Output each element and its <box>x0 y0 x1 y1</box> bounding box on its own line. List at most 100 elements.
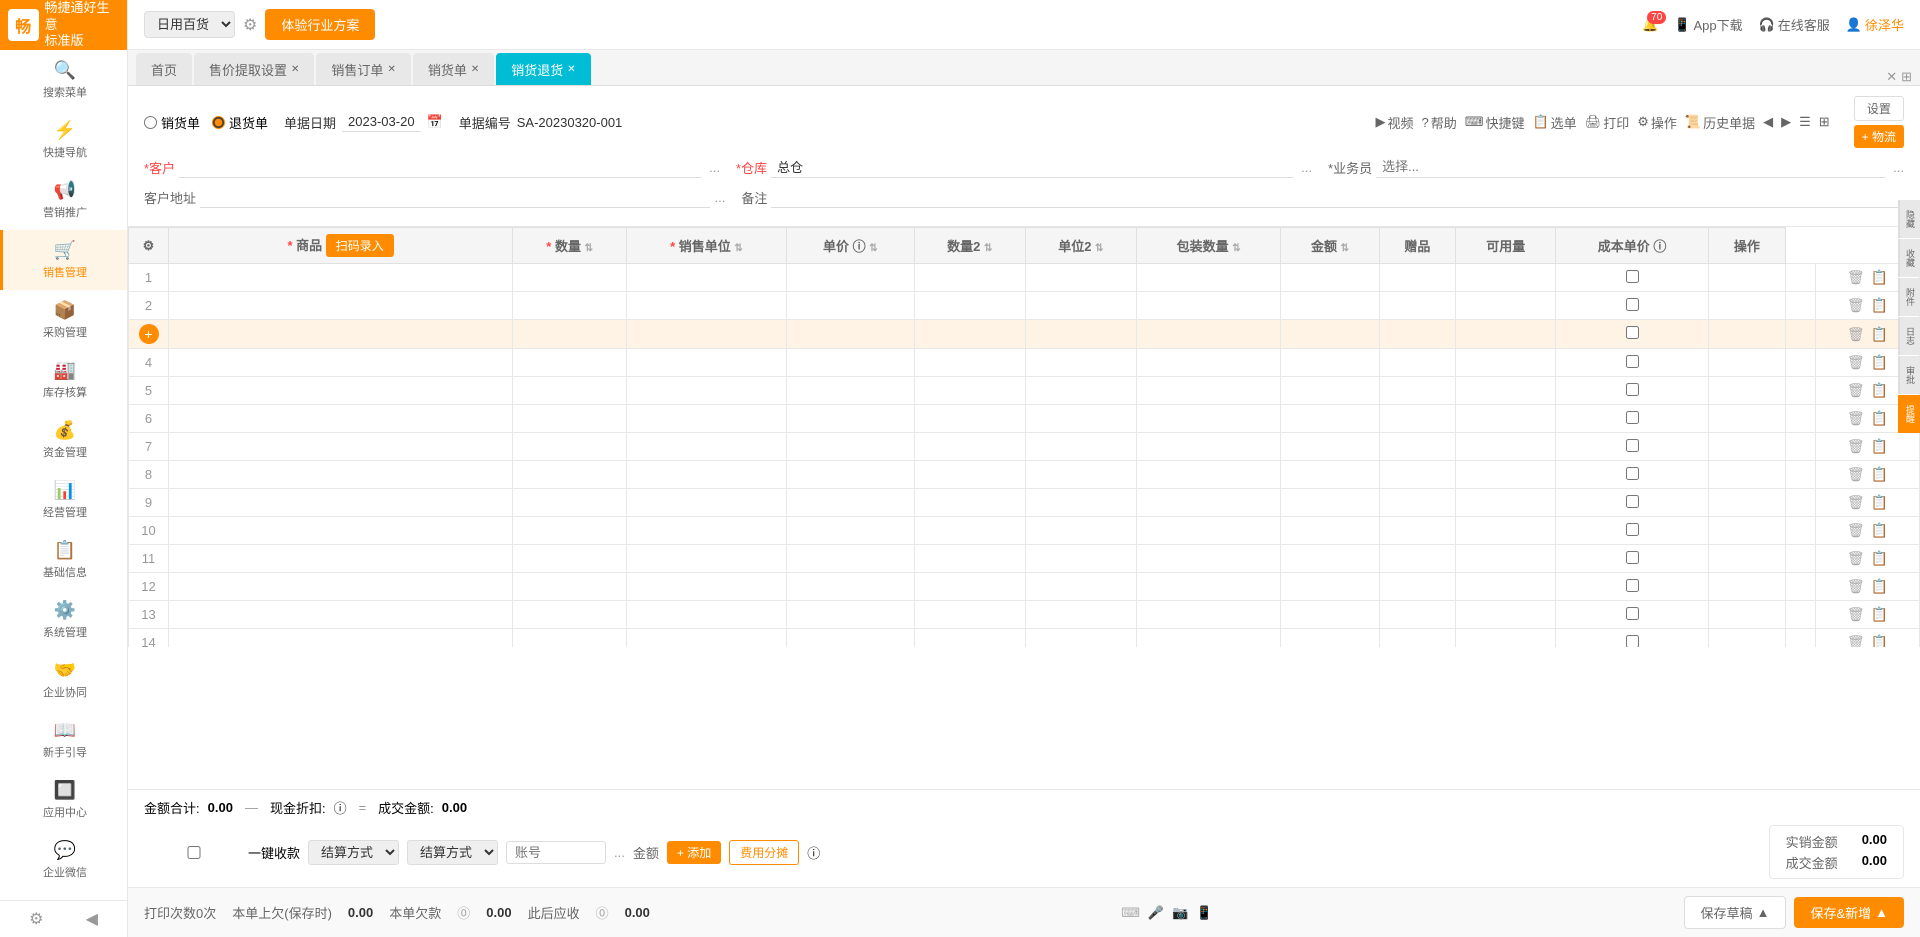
delete-icon[interactable]: 🗑 <box>1847 466 1865 483</box>
copy-icon[interactable]: 📋 <box>1871 382 1888 399</box>
tab-home[interactable]: 首页 <box>136 53 192 85</box>
qty2-sort-icon[interactable]: ⇅ <box>984 243 992 254</box>
product-cell[interactable] <box>169 461 513 489</box>
product-cell[interactable] <box>169 349 513 377</box>
gift-cell[interactable] <box>1556 601 1709 629</box>
product-cell[interactable] <box>169 573 513 601</box>
address-input[interactable] <box>200 186 710 208</box>
warehouse-input[interactable] <box>771 156 1293 178</box>
sidebar-item-system[interactable]: ⚙️ 系统管理 <box>0 590 127 650</box>
copy-icon[interactable]: 📋 <box>1871 410 1888 427</box>
sidebar-item-member[interactable]: 👑 畅会员 <box>0 890 127 900</box>
delete-icon[interactable]: 🗑 <box>1847 606 1865 623</box>
sidebar-item-wechat[interactable]: 💬 企业微信 <box>0 830 127 890</box>
floating-btn-favorite[interactable]: 收藏 <box>1898 239 1920 277</box>
price-sort-icon[interactable]: ⇅ <box>869 243 877 254</box>
sidebar-item-finance[interactable]: 💰 资金管理 <box>0 410 127 470</box>
gift-cell[interactable] <box>1556 461 1709 489</box>
gift-cell[interactable] <box>1556 517 1709 545</box>
product-cell[interactable] <box>169 292 513 320</box>
pack-sort-icon[interactable]: ⇅ <box>1232 243 1240 254</box>
floating-btn-approve[interactable]: 审批 <box>1898 356 1920 394</box>
account-number-input[interactable] <box>506 841 606 864</box>
delete-icon[interactable]: 🗑 <box>1847 326 1865 343</box>
delete-icon[interactable]: 🗑 <box>1847 494 1865 511</box>
product-cell[interactable] <box>169 264 513 292</box>
delete-icon[interactable]: 🗑 <box>1847 550 1865 567</box>
sidebar-item-apps[interactable]: 🔲 应用中心 <box>0 770 127 830</box>
select-btn[interactable]: 📋 选单 <box>1532 113 1576 132</box>
remark-input[interactable] <box>771 186 1904 208</box>
view-grid-btn[interactable]: ⊞ <box>1819 114 1830 130</box>
gift-cell[interactable] <box>1556 545 1709 573</box>
user-profile[interactable]: 👤 徐泽华 <box>1846 15 1904 34</box>
product-cell[interactable] <box>169 517 513 545</box>
tab-sales-return[interactable]: 销货退货 ✕ <box>496 53 590 85</box>
product-cell[interactable] <box>169 320 513 349</box>
tab-price-setting[interactable]: 售价提取设置 ✕ <box>194 53 314 85</box>
quantity-sort-icon[interactable]: ⇅ <box>585 243 593 254</box>
tab-sales-order[interactable]: 销售订单 ✕ <box>316 53 410 85</box>
help-btn[interactable]: ? 帮助 <box>1421 113 1456 132</box>
app-download-link[interactable]: 📱 App下载 <box>1674 15 1742 34</box>
one-click-checkbox[interactable] <box>144 846 244 859</box>
voice-icon[interactable]: 🎤 <box>1148 905 1164 921</box>
copy-icon[interactable]: 📋 <box>1871 438 1888 455</box>
experience-btn[interactable]: 体验行业方案 <box>265 9 375 40</box>
save-dropdown-arrow[interactable]: ▲ <box>1875 905 1888 920</box>
copy-icon[interactable]: 📋 <box>1871 494 1888 511</box>
sidebar-item-guide[interactable]: 📖 新手引导 <box>0 710 127 770</box>
sidebar-item-shortcut[interactable]: ⚡ 快捷导航 <box>0 110 127 170</box>
radio-sales-delivery[interactable]: 销货单 <box>144 113 200 132</box>
address-dots[interactable]: ... <box>714 190 725 205</box>
account-dots[interactable]: ... <box>614 845 625 860</box>
gift-cell[interactable] <box>1556 629 1709 648</box>
sidebar-item-basic[interactable]: 📋 基础信息 <box>0 530 127 590</box>
gift-cell[interactable] <box>1556 377 1709 405</box>
product-cell[interactable] <box>169 545 513 573</box>
delete-icon[interactable]: 🗑 <box>1847 634 1865 647</box>
unit2-sort-icon[interactable]: ⇅ <box>1095 243 1103 254</box>
sidebar-settings-btn[interactable]: ⚙ <box>29 909 43 929</box>
floating-btn-hide[interactable]: 隐藏 <box>1898 200 1920 238</box>
one-click-payment[interactable]: 一键收款 <box>144 843 300 862</box>
delete-icon[interactable]: 🗑 <box>1847 382 1865 399</box>
product-cell[interactable] <box>169 601 513 629</box>
print-btn[interactable]: 🖨 打印 <box>1585 113 1630 132</box>
delete-icon[interactable]: 🗑 <box>1847 354 1865 371</box>
fee-btn[interactable]: 费用分摊 <box>729 840 799 865</box>
table-settings-icon[interactable]: ⚙ <box>143 238 155 253</box>
gift-cell[interactable] <box>1556 320 1709 349</box>
doc-date-value[interactable]: 2023-03-20 <box>342 112 421 132</box>
product-cell[interactable] <box>169 405 513 433</box>
delete-icon[interactable]: 🗑 <box>1847 522 1865 539</box>
floating-btn-attachment[interactable]: 附件 <box>1898 278 1920 316</box>
copy-icon[interactable]: 📋 <box>1871 550 1888 567</box>
sidebar-item-cooperation[interactable]: 🤝 企业协同 <box>0 650 127 710</box>
add-payment-btn[interactable]: + 添加 <box>667 841 721 864</box>
copy-icon[interactable]: 📋 <box>1871 634 1888 647</box>
unit-sort-icon[interactable]: ⇅ <box>734 243 742 254</box>
gift-cell[interactable] <box>1556 573 1709 601</box>
sidebar-item-inventory[interactable]: 🏭 库存核算 <box>0 350 127 410</box>
history-btn[interactable]: 📜 历史单据 <box>1685 113 1755 132</box>
online-service-link[interactable]: 🎧 在线客服 <box>1759 15 1830 34</box>
salesperson-input[interactable] <box>1376 156 1885 178</box>
delete-icon[interactable]: 🗑 <box>1847 410 1865 427</box>
camera-icon[interactable]: 📷 <box>1172 905 1188 921</box>
operation-btn[interactable]: ⚙ 操作 <box>1637 113 1677 132</box>
product-cell[interactable] <box>169 629 513 648</box>
calendar-icon[interactable]: 📅 <box>427 114 443 130</box>
copy-icon[interactable]: 📋 <box>1871 269 1888 286</box>
tab-sales-delivery[interactable]: 销货单 ✕ <box>413 53 494 85</box>
gift-cell[interactable] <box>1556 292 1709 320</box>
copy-icon[interactable]: 📋 <box>1871 606 1888 623</box>
gift-cell[interactable] <box>1556 349 1709 377</box>
expand-btn[interactable]: ⊞ <box>1901 69 1912 85</box>
account-calc-select[interactable]: 结算方式 <box>407 840 498 865</box>
gift-cell[interactable] <box>1556 489 1709 517</box>
radio-sales-return[interactable]: 退货单 <box>212 113 268 132</box>
topbar-gear-icon[interactable]: ⚙ <box>243 15 257 35</box>
close-all-btn[interactable]: ✕ <box>1886 69 1897 85</box>
floating-btn-log[interactable]: 日志 <box>1898 317 1920 355</box>
